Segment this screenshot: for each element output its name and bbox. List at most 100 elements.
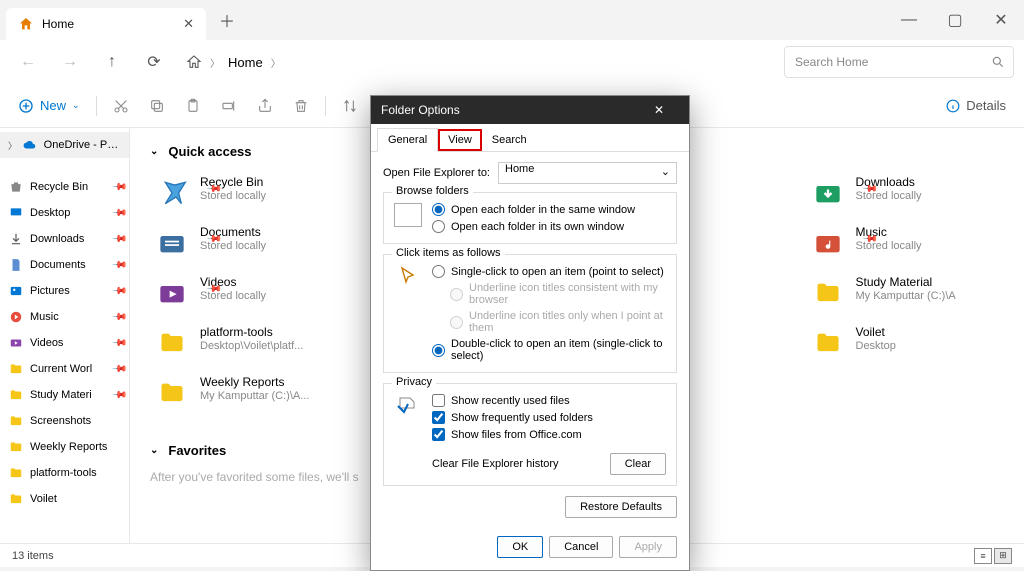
home-icon — [186, 54, 202, 70]
open-explorer-select[interactable]: Home — [498, 162, 677, 184]
file-item-folder[interactable]: Weekly ReportsMy Kamputtar (C:)\A... — [150, 371, 349, 421]
folder-icon — [8, 491, 24, 507]
desktop-icon — [8, 205, 24, 221]
privacy-group: Privacy Show recently used files Show fr… — [383, 383, 677, 486]
maximize-button[interactable]: ▢ — [932, 0, 978, 40]
address-bar: ← → ↑ ⟳ 〉 Home 〉 Search Home — [0, 40, 1024, 84]
file-item-recycle[interactable]: Recycle BinStored locally📌 — [150, 171, 349, 221]
grid-view-toggle[interactable]: ⊞ — [994, 548, 1012, 564]
folder-icon — [8, 361, 24, 377]
video-icon — [8, 335, 24, 351]
forward-button[interactable]: → — [52, 44, 88, 80]
sidebar-item-downloads[interactable]: Downloads📌 — [0, 226, 129, 252]
browser-tab[interactable]: Home ✕ — [6, 8, 206, 40]
chevron-right-icon: 〉 — [8, 139, 17, 152]
copy-button[interactable] — [141, 90, 173, 122]
share-button[interactable] — [249, 90, 281, 122]
clear-button[interactable]: Clear — [610, 453, 666, 475]
cursor-icon — [394, 265, 422, 289]
folder-icon — [810, 275, 846, 311]
radio-single-click[interactable]: Single-click to open an item (point to s… — [432, 265, 666, 278]
list-view-toggle[interactable]: ≡ — [974, 548, 992, 564]
pin-icon: 📌 — [110, 231, 127, 248]
sidebar-item-folder[interactable]: Screenshots — [0, 408, 129, 434]
check-recent-files[interactable]: Show recently used files — [432, 394, 666, 407]
folder-icon — [810, 325, 846, 361]
radio-own-window[interactable]: Open each folder in its own window — [432, 220, 666, 233]
folder-icon — [154, 375, 190, 411]
refresh-button[interactable]: ⟳ — [136, 44, 172, 80]
pin-icon: 📌 — [110, 205, 127, 222]
sidebar-item-folder[interactable]: Study Materi📌 — [0, 382, 129, 408]
sidebar-item-recycle[interactable]: Recycle Bin📌 — [0, 174, 129, 200]
sidebar-item-music[interactable]: Music📌 — [0, 304, 129, 330]
sidebar-item-pictures[interactable]: Pictures📌 — [0, 278, 129, 304]
sidebar-item-folder[interactable]: platform-tools — [0, 460, 129, 486]
file-item-folder[interactable]: VoiletDesktop — [806, 321, 1005, 371]
folder-icon — [154, 325, 190, 361]
sidebar-item-documents[interactable]: Documents📌 — [0, 252, 129, 278]
recycle-icon — [154, 175, 190, 211]
sidebar-item-desktop[interactable]: Desktop📌 — [0, 200, 129, 226]
new-tab-button[interactable]: ＋ — [212, 5, 242, 35]
document-folder-icon — [154, 225, 190, 261]
privacy-icon — [394, 394, 422, 418]
sidebar-item-onedrive[interactable]: 〉 OneDrive - Perso — [0, 132, 129, 158]
close-button[interactable]: ✕ — [978, 0, 1024, 40]
pin-icon: 📌 — [110, 179, 127, 196]
pin-icon: 📌 — [110, 257, 127, 274]
radio-same-window[interactable]: Open each folder in the same window — [432, 203, 666, 216]
chevron-down-icon: ⌄ — [72, 100, 80, 111]
folder-window-icon — [394, 203, 422, 227]
music-folder-icon — [810, 225, 846, 261]
home-icon — [18, 16, 34, 32]
breadcrumb[interactable]: 〉 Home 〉 — [186, 54, 778, 70]
folder-icon — [8, 439, 24, 455]
check-frequent-folders[interactable]: Show frequently used folders — [432, 411, 666, 424]
ok-button[interactable]: OK — [497, 536, 543, 558]
dialog-tabs: General View Search — [371, 124, 689, 152]
dialog-footer: OK Cancel Apply — [371, 528, 689, 570]
tab-close-icon[interactable]: ✕ — [183, 16, 194, 32]
document-icon — [8, 257, 24, 273]
breadcrumb-home[interactable]: Home — [228, 55, 263, 70]
music-icon — [8, 309, 24, 325]
paste-button[interactable] — [177, 90, 209, 122]
new-button[interactable]: New ⌄ — [10, 90, 88, 122]
radio-double-click[interactable]: Double-click to open an item (single-cli… — [432, 338, 666, 362]
tab-view[interactable]: View — [438, 129, 482, 151]
titlebar: Home ✕ ＋ — ▢ ✕ — [0, 0, 1024, 40]
sidebar: 〉 OneDrive - Perso Recycle Bin📌 Desktop📌… — [0, 128, 130, 543]
apply-button[interactable]: Apply — [619, 536, 677, 558]
cut-button[interactable] — [105, 90, 137, 122]
folder-options-dialog: Folder Options ✕ General View Search Ope… — [370, 95, 690, 571]
radio-underline-browser: Underline icon titles consistent with my… — [450, 282, 666, 306]
sidebar-item-videos[interactable]: Videos📌 — [0, 330, 129, 356]
open-explorer-label: Open File Explorer to: — [383, 167, 490, 179]
dialog-close-button[interactable]: ✕ — [639, 103, 679, 117]
browse-folders-group: Browse folders Open each folder in the s… — [383, 192, 677, 244]
check-office-files[interactable]: Show files from Office.com — [432, 428, 666, 441]
cloud-icon — [23, 137, 38, 153]
up-button[interactable]: ↑ — [94, 44, 130, 80]
click-items-group: Click items as follows Single-click to o… — [383, 254, 677, 373]
sidebar-item-folder[interactable]: Weekly Reports — [0, 434, 129, 460]
download-folder-icon — [810, 175, 846, 211]
search-input[interactable]: Search Home — [784, 46, 1014, 78]
delete-button[interactable] — [285, 90, 317, 122]
tab-search[interactable]: Search — [482, 129, 537, 151]
sidebar-item-folder[interactable]: Current Worl📌 — [0, 356, 129, 382]
file-item-downloads[interactable]: DownloadsStored locally📌 — [806, 171, 1005, 221]
sidebar-item-folder[interactable]: Voilet — [0, 486, 129, 512]
sort-button[interactable] — [334, 90, 366, 122]
minimize-button[interactable]: — — [886, 0, 932, 40]
details-button[interactable]: Details — [938, 90, 1014, 122]
tab-general[interactable]: General — [377, 128, 438, 152]
dialog-titlebar[interactable]: Folder Options ✕ — [371, 96, 689, 124]
folder-icon — [8, 387, 24, 403]
cancel-button[interactable]: Cancel — [549, 536, 613, 558]
rename-button[interactable] — [213, 90, 245, 122]
restore-defaults-button[interactable]: Restore Defaults — [565, 496, 677, 518]
window-controls: — ▢ ✕ — [886, 0, 1024, 40]
back-button[interactable]: ← — [10, 44, 46, 80]
